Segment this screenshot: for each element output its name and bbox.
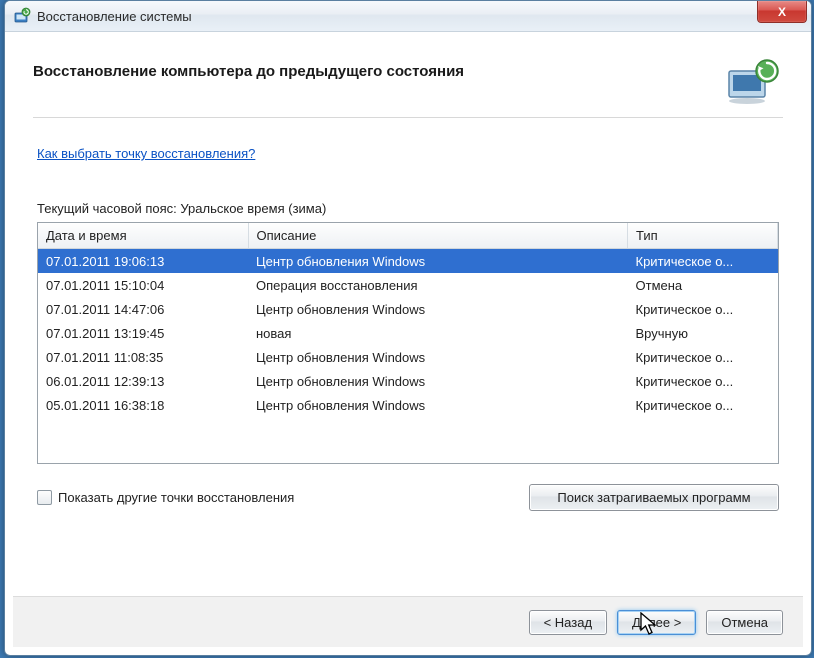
cell-desc: Центр обновления Windows — [248, 393, 628, 417]
cell-date: 07.01.2011 11:08:35 — [38, 345, 248, 369]
divider — [33, 117, 783, 118]
cell-desc: Центр обновления Windows — [248, 249, 628, 274]
table-row[interactable]: 07.01.2011 15:10:04Операция восстановлен… — [38, 273, 778, 297]
restore-points-table[interactable]: Дата и время Описание Тип 07.01.2011 19:… — [37, 222, 779, 464]
table-row[interactable]: 07.01.2011 13:19:45новаяВручную — [38, 321, 778, 345]
titlebar: Восстановление системы X — [5, 1, 811, 32]
column-header-type[interactable]: Тип — [628, 223, 778, 249]
system-restore-window: Восстановление системы X Восстановление … — [4, 0, 812, 656]
cell-desc: Центр обновления Windows — [248, 345, 628, 369]
cell-type: Отмена — [628, 273, 778, 297]
back-button[interactable]: < Назад — [529, 610, 607, 635]
table-row[interactable]: 07.01.2011 11:08:35Центр обновления Wind… — [38, 345, 778, 369]
cell-date: 07.01.2011 19:06:13 — [38, 249, 248, 274]
cell-type: Критическое о... — [628, 345, 778, 369]
table-row[interactable]: 07.01.2011 14:47:06Центр обновления Wind… — [38, 297, 778, 321]
table-row[interactable]: 05.01.2011 16:38:18Центр обновления Wind… — [38, 393, 778, 417]
cell-desc: Операция восстановления — [248, 273, 628, 297]
window-title: Восстановление системы — [37, 9, 192, 24]
column-header-description[interactable]: Описание — [248, 223, 628, 249]
scan-affected-programs-button[interactable]: Поиск затрагиваемых программ — [529, 484, 779, 511]
page-title: Восстановление компьютера до предыдущего… — [33, 57, 713, 80]
cell-type: Критическое о... — [628, 249, 778, 274]
restore-large-icon — [723, 57, 783, 107]
cell-date: 05.01.2011 16:38:18 — [38, 393, 248, 417]
cell-type: Вручную — [628, 321, 778, 345]
options-row: Показать другие точки восстановления Пои… — [37, 484, 779, 511]
cell-type: Критическое о... — [628, 297, 778, 321]
next-button[interactable]: Далее > — [617, 610, 696, 635]
table-row[interactable]: 06.01.2011 12:39:13Центр обновления Wind… — [38, 369, 778, 393]
system-restore-icon — [13, 7, 31, 25]
client-area: Восстановление компьютера до предыдущего… — [13, 39, 803, 647]
wizard-footer: < Назад Далее > Отмена — [13, 596, 803, 647]
timezone-label: Текущий часовой пояс: Уральское время (з… — [37, 201, 783, 216]
checkbox-icon — [37, 490, 52, 505]
cell-type: Критическое о... — [628, 393, 778, 417]
close-button[interactable]: X — [757, 1, 807, 23]
cancel-button[interactable]: Отмена — [706, 610, 783, 635]
column-header-date[interactable]: Дата и время — [38, 223, 248, 249]
cell-desc: Центр обновления Windows — [248, 369, 628, 393]
help-link[interactable]: Как выбрать точку восстановления? — [37, 146, 255, 161]
cell-desc: новая — [248, 321, 628, 345]
show-more-checkbox[interactable]: Показать другие точки восстановления — [37, 490, 294, 505]
table-row[interactable]: 07.01.2011 19:06:13Центр обновления Wind… — [38, 249, 778, 274]
cell-date: 07.01.2011 15:10:04 — [38, 273, 248, 297]
cell-date: 07.01.2011 14:47:06 — [38, 297, 248, 321]
show-more-label: Показать другие точки восстановления — [58, 490, 294, 505]
cell-type: Критическое о... — [628, 369, 778, 393]
cell-desc: Центр обновления Windows — [248, 297, 628, 321]
header-row: Восстановление компьютера до предыдущего… — [33, 57, 783, 107]
cell-date: 06.01.2011 12:39:13 — [38, 369, 248, 393]
close-icon: X — [778, 5, 786, 19]
cell-date: 07.01.2011 13:19:45 — [38, 321, 248, 345]
